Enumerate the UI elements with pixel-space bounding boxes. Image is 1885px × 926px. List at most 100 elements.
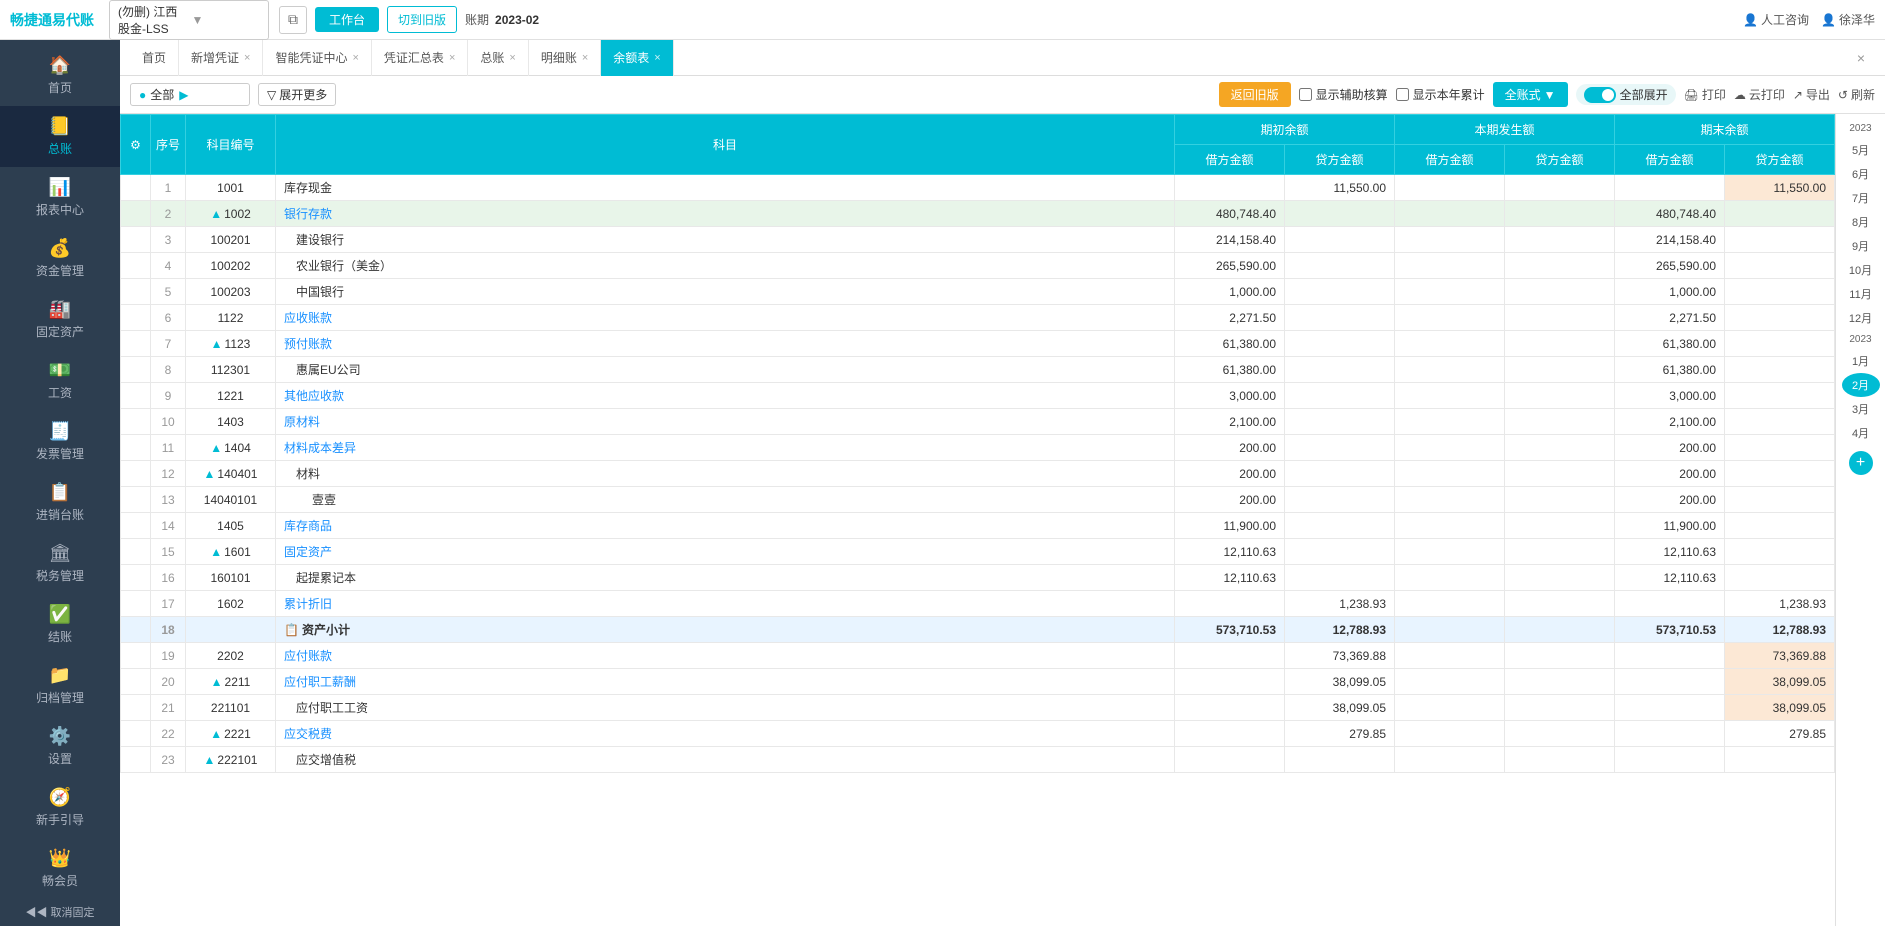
subject-link[interactable]: 银行存款	[284, 207, 332, 221]
tab-smart-voucher[interactable]: 智能凭证中心 ×	[263, 40, 371, 76]
sidebar-item-home[interactable]: 🏠 首页	[0, 45, 120, 106]
month-7[interactable]: 7月	[1842, 186, 1880, 210]
th-setting[interactable]: ⚙	[121, 115, 151, 175]
workbench-button[interactable]: 工作台	[315, 7, 379, 32]
tab-new-voucher[interactable]: 新增凭证 ×	[179, 40, 263, 76]
expand-icon[interactable]: ▲	[204, 467, 216, 481]
tab-detail-ledger[interactable]: 明细账 ×	[529, 40, 601, 76]
row-name-cell[interactable]: 银行存款	[276, 201, 1175, 227]
tab-home[interactable]: 首页	[130, 40, 179, 76]
row-name-cell[interactable]: 应付账款	[276, 643, 1175, 669]
expand-icon[interactable]: ▲	[210, 545, 222, 559]
tab-detail-ledger-close[interactable]: ×	[582, 52, 588, 64]
sidebar-item-purchase[interactable]: 📋 进销台账	[0, 472, 120, 533]
show-ytd-checkbox[interactable]: 显示本年累计	[1396, 86, 1485, 103]
tab-general-ledger[interactable]: 总账 ×	[468, 40, 528, 76]
sidebar-item-invoice[interactable]: 🧾 发票管理	[0, 411, 120, 472]
row-name-cell[interactable]: 应交税费	[276, 721, 1175, 747]
tab-voucher-summary[interactable]: 凭证汇总表 ×	[372, 40, 468, 76]
filter-dropdown[interactable]: ● 全部 ▶	[130, 83, 250, 106]
expand-more-button[interactable]: ▽ 展开更多	[258, 83, 336, 106]
cloud-print-button[interactable]: ☁ 云打印	[1734, 86, 1785, 103]
expand-all-toggle[interactable]	[1584, 87, 1616, 103]
tab-balance[interactable]: 余额表 ×	[601, 40, 673, 76]
refresh-icon: ↺	[1838, 88, 1848, 102]
month-9[interactable]: 9月	[1842, 234, 1880, 258]
subject-link[interactable]: 累计折旧	[284, 597, 332, 611]
sidebar-item-funds[interactable]: 💰 资金管理	[0, 228, 120, 289]
row-end-credit-cell	[1725, 357, 1835, 383]
add-period-button[interactable]: +	[1849, 451, 1873, 475]
subject-link[interactable]: 应收账款	[284, 311, 332, 325]
tab-balance-close[interactable]: ×	[654, 52, 660, 64]
subject-link[interactable]: 材料成本差异	[284, 441, 356, 455]
subject-link[interactable]: 原材料	[284, 415, 320, 429]
month-11[interactable]: 11月	[1842, 282, 1880, 306]
ytd-checkbox-input[interactable]	[1396, 88, 1409, 101]
subject-link[interactable]: 固定资产	[284, 545, 332, 559]
consult-button[interactable]: 👤 人工咨询	[1743, 11, 1809, 28]
subject-link[interactable]: 其他应收款	[284, 389, 344, 403]
row-name-cell[interactable]: 预付账款	[276, 331, 1175, 357]
sidebar-item-salary[interactable]: 💵 工资	[0, 350, 120, 411]
subject-link[interactable]: 预付账款	[284, 337, 332, 351]
sidebar-bottom: 👑 畅会员 ◀◀ 取消固定	[0, 838, 120, 925]
month-4[interactable]: 4月	[1842, 421, 1880, 445]
expand-icon[interactable]: ▲	[211, 337, 223, 351]
unpin-fixed-button[interactable]: ◀◀ 取消固定	[25, 899, 94, 925]
return-old-version-button[interactable]: 返回旧版	[1219, 82, 1291, 107]
month-2[interactable]: 2月	[1842, 373, 1880, 397]
show-auxiliary-checkbox[interactable]: 显示辅助核算	[1299, 86, 1388, 103]
row-name-cell[interactable]: 材料成本差异	[276, 435, 1175, 461]
copy-icon[interactable]: ⧉	[279, 6, 307, 34]
sidebar-item-settings[interactable]: ⚙️ 设置	[0, 716, 120, 777]
refresh-button[interactable]: ↺ 刷新	[1838, 86, 1875, 103]
month-10[interactable]: 10月	[1842, 258, 1880, 282]
tab-new-voucher-close[interactable]: ×	[244, 52, 250, 64]
print-button[interactable]: 🖨 打印	[1684, 86, 1726, 103]
month-12[interactable]: 12月	[1842, 306, 1880, 330]
month-1[interactable]: 1月	[1842, 349, 1880, 373]
switch-version-button[interactable]: 切到旧版	[387, 6, 457, 33]
subject-link[interactable]: 应付职工薪酬	[284, 675, 356, 689]
user-button[interactable]: 👤 徐泽华	[1821, 11, 1875, 28]
row-name-cell[interactable]: 应收账款	[276, 305, 1175, 331]
sidebar-item-reports[interactable]: 📊 报表中心	[0, 167, 120, 228]
sidebar-item-ledger[interactable]: 📒 总账	[0, 106, 120, 167]
row-name-cell[interactable]: 应付职工薪酬	[276, 669, 1175, 695]
member-icon: 👑	[49, 848, 71, 869]
close-all-tabs-button[interactable]: ×	[1857, 50, 1865, 66]
expand-icon[interactable]: ▲	[211, 675, 223, 689]
sidebar-item-archive[interactable]: 📁 归档管理	[0, 655, 120, 716]
expand-icon[interactable]: ▲	[210, 441, 222, 455]
month-3[interactable]: 3月	[1842, 397, 1880, 421]
collapse-panel-button[interactable]: ◀	[1835, 506, 1836, 534]
full-mode-button[interactable]: 全账式 ▼	[1493, 82, 1568, 107]
company-selector[interactable]: (勿删) 江西股金-LSS ▼	[109, 0, 269, 40]
subject-link[interactable]: 应付账款	[284, 649, 332, 663]
sidebar-item-guide[interactable]: 🧭 新手引导	[0, 777, 120, 838]
subject-link[interactable]: 库存商品	[284, 519, 332, 533]
expand-icon[interactable]: ▲	[210, 207, 222, 221]
row-name-cell[interactable]: 累计折旧	[276, 591, 1175, 617]
sidebar-item-assets[interactable]: 🏭 固定资产	[0, 289, 120, 350]
sidebar-item-tax[interactable]: 🏛 税务管理	[0, 533, 120, 594]
row-name-cell[interactable]: 其他应收款	[276, 383, 1175, 409]
month-5[interactable]: 5月	[1842, 138, 1880, 162]
subject-link[interactable]: 应交税费	[284, 727, 332, 741]
row-name-cell[interactable]: 原材料	[276, 409, 1175, 435]
expand-icon[interactable]: ▲	[210, 727, 222, 741]
row-name-cell[interactable]: 库存商品	[276, 513, 1175, 539]
row-end-credit-cell: 38,099.05	[1725, 695, 1835, 721]
sidebar-item-close[interactable]: ✅ 结账	[0, 594, 120, 655]
tab-smart-voucher-close[interactable]: ×	[352, 52, 358, 64]
sidebar-item-member[interactable]: 👑 畅会员	[0, 838, 120, 899]
auxiliary-checkbox-input[interactable]	[1299, 88, 1312, 101]
export-button[interactable]: ↗ 导出	[1793, 86, 1830, 103]
row-name-cell[interactable]: 固定资产	[276, 539, 1175, 565]
tab-voucher-summary-close[interactable]: ×	[449, 52, 455, 64]
month-6[interactable]: 6月	[1842, 162, 1880, 186]
month-8[interactable]: 8月	[1842, 210, 1880, 234]
expand-icon[interactable]: ▲	[204, 753, 216, 767]
tab-general-ledger-close[interactable]: ×	[509, 52, 515, 64]
